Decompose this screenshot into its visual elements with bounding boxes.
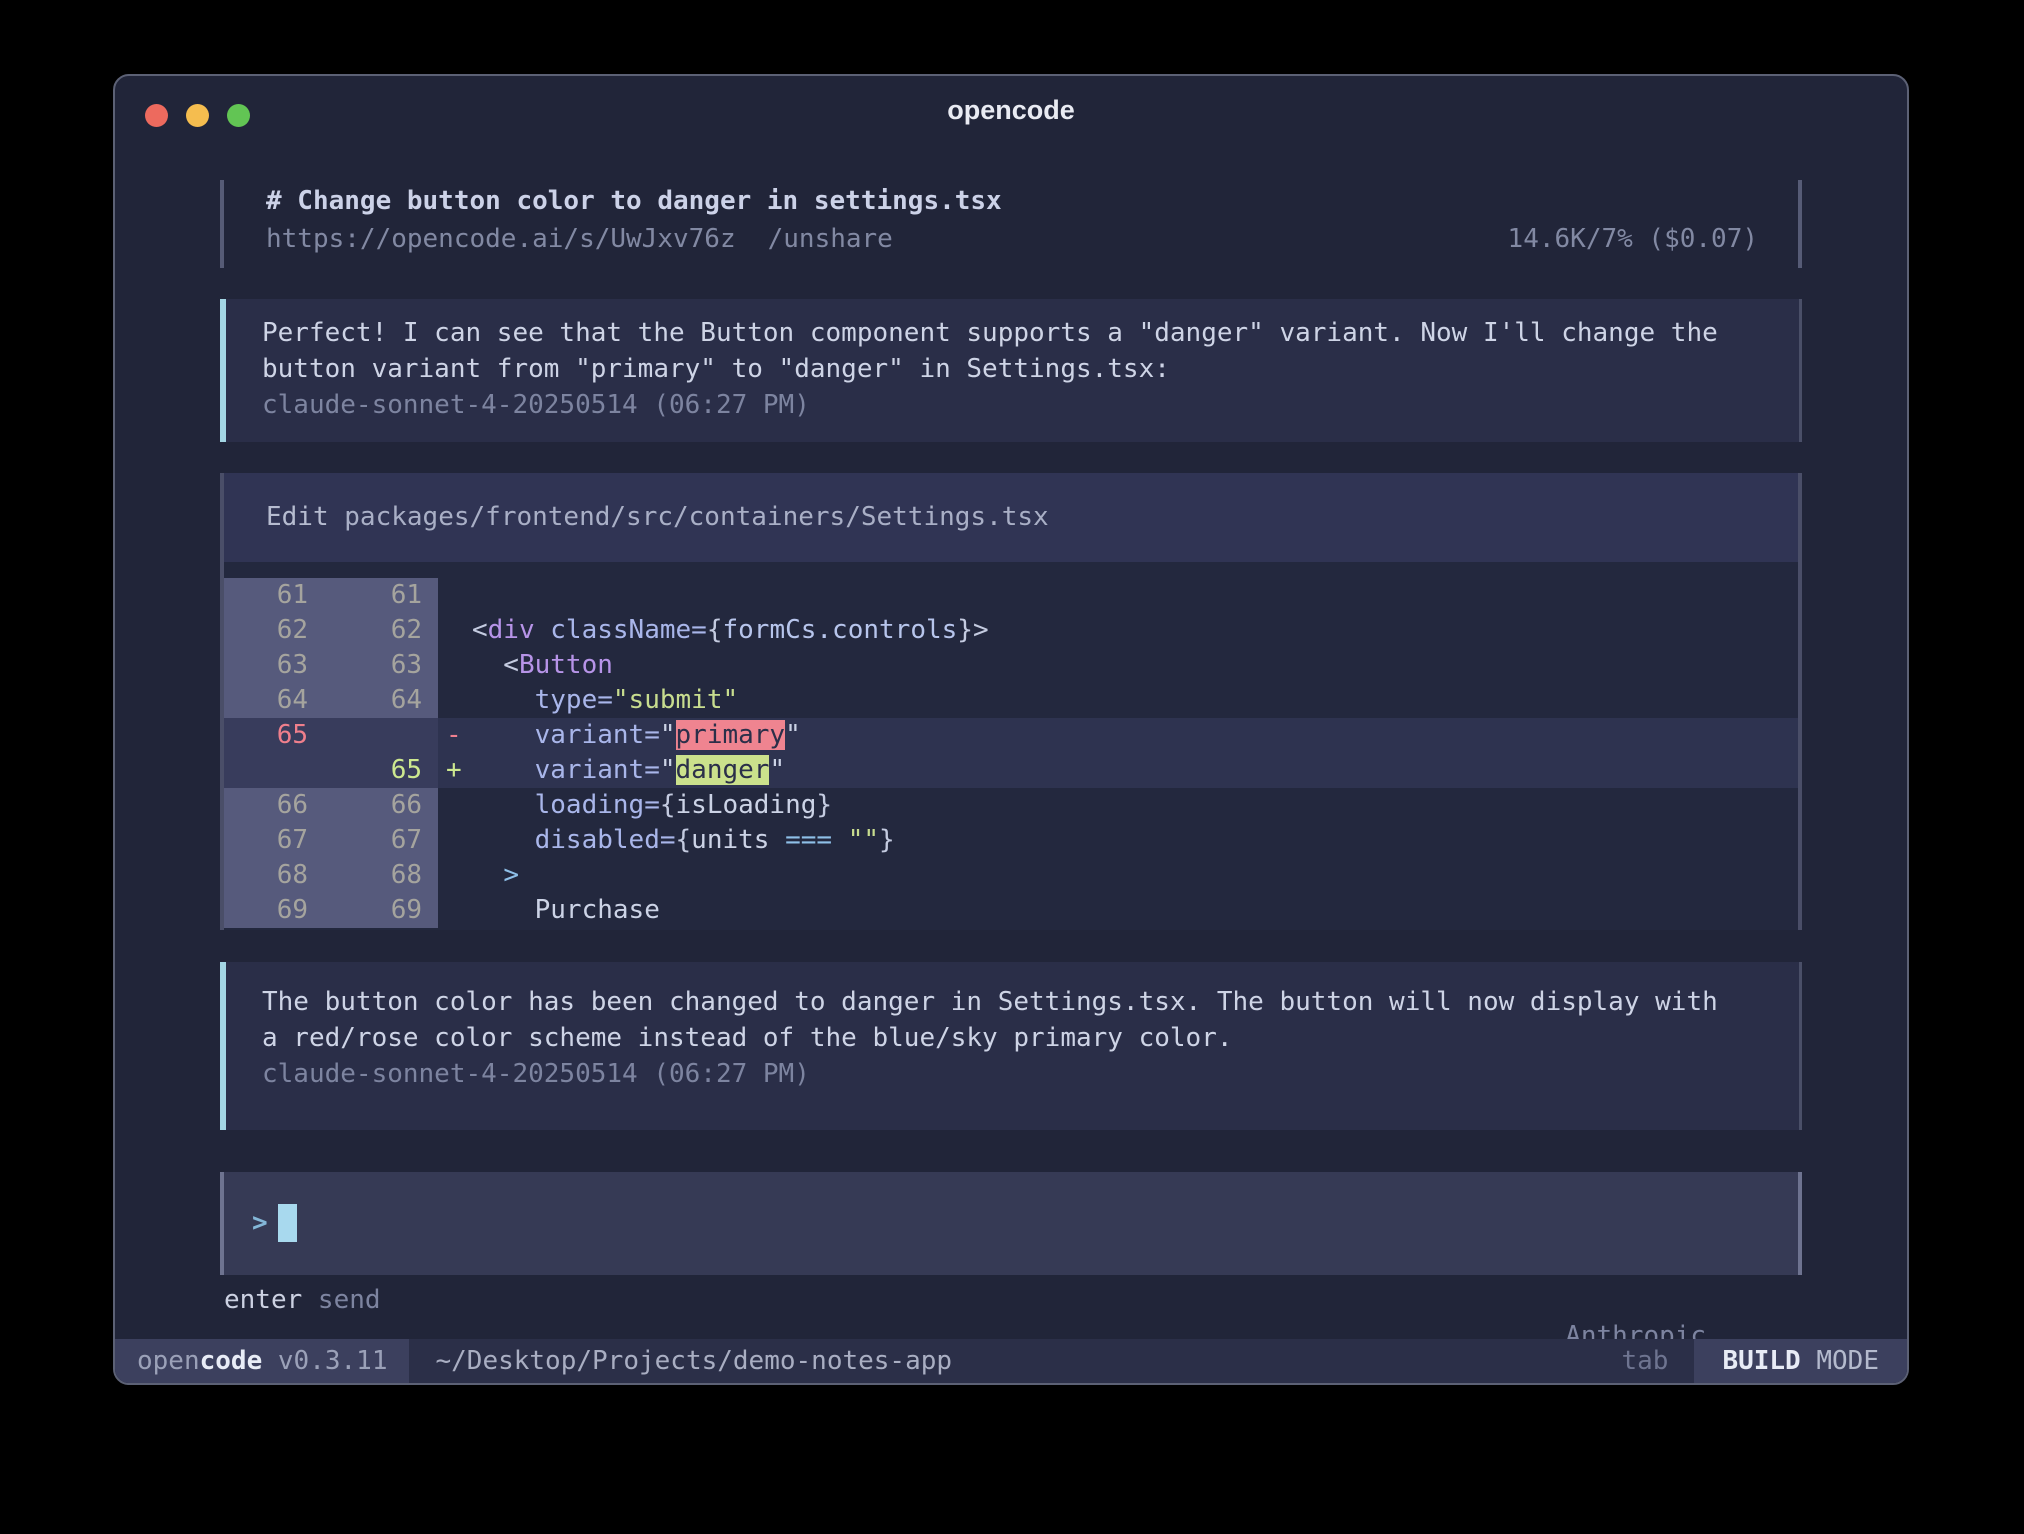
diff-row: 65- variant="primary" (224, 718, 1798, 753)
app-version: v0.3.11 (262, 1346, 387, 1376)
window-title: opencode (115, 76, 1907, 140)
diff-row: 6464 type="submit" (224, 683, 1798, 718)
edit-tool-block: Edit packages/frontend/src/containers/Se… (220, 473, 1802, 930)
mode-toggle-chip[interactable]: BUILD MODE (1694, 1339, 1907, 1383)
app-version-chip: opencode v0.3.11 (115, 1339, 409, 1383)
diff-row: 6161 (224, 578, 1798, 613)
opencode-window: opencode # Change button color to danger… (113, 74, 1909, 1385)
prompt-chevron: > (252, 1208, 268, 1238)
text-cursor (278, 1204, 297, 1242)
app-name-code: code (200, 1346, 263, 1376)
title-bar: opencode (115, 76, 1907, 140)
diff-row: 6767 disabled={units === ""} (224, 823, 1798, 858)
mode-name: BUILD (1722, 1346, 1800, 1376)
diff-row: 6969 Purchase (224, 893, 1798, 928)
mode-suffix: MODE (1801, 1346, 1879, 1376)
tool-file-path: packages/frontend/src/containers/Setting… (344, 502, 1048, 532)
session-title: # Change button color to danger in setti… (266, 182, 1758, 220)
token-cost-stats: 14.6K/7% ($0.07) (1508, 220, 1758, 258)
working-directory: ~/Desktop/Projects/demo-notes-app (435, 1339, 952, 1383)
diff-row: 6868 > (224, 858, 1798, 893)
diff-row: 6363 <Button (224, 648, 1798, 683)
session-header: # Change button color to danger in setti… (220, 180, 1802, 268)
prompt-input[interactable]: > (220, 1172, 1802, 1275)
screen: opencode # Change button color to danger… (0, 0, 2024, 1534)
model-timestamp: claude-sonnet-4-20250514 (06:27 PM) (262, 387, 1759, 423)
diff-row: 6262<div className={formCs.controls}> (224, 613, 1798, 648)
diff-row: 6666 loading={isLoading} (224, 788, 1798, 823)
status-bar: opencode v0.3.11 ~/Desktop/Projects/demo… (115, 1339, 1907, 1383)
assistant-message-text: The button color has been changed to dan… (262, 984, 1759, 1056)
assistant-message: Perfect! I can see that the Button compo… (220, 299, 1802, 442)
tool-action-label: Edit (266, 502, 344, 532)
code-diff: 61616262<div className={formCs.controls}… (224, 562, 1798, 928)
app-name-open: open (137, 1346, 200, 1376)
edit-tool-header: Edit packages/frontend/src/containers/Se… (224, 473, 1798, 562)
assistant-message: The button color has been changed to dan… (220, 962, 1802, 1130)
unshare-command[interactable]: /unshare (768, 220, 893, 258)
share-url-link[interactable]: https://opencode.ai/s/UwJxv76z (266, 220, 736, 258)
assistant-message-text: Perfect! I can see that the Button compo… (262, 315, 1759, 387)
tab-key-hint: tab (1621, 1339, 1694, 1383)
diff-row: 65+ variant="danger" (224, 753, 1798, 788)
model-timestamp: claude-sonnet-4-20250514 (06:27 PM) (262, 1056, 1759, 1092)
